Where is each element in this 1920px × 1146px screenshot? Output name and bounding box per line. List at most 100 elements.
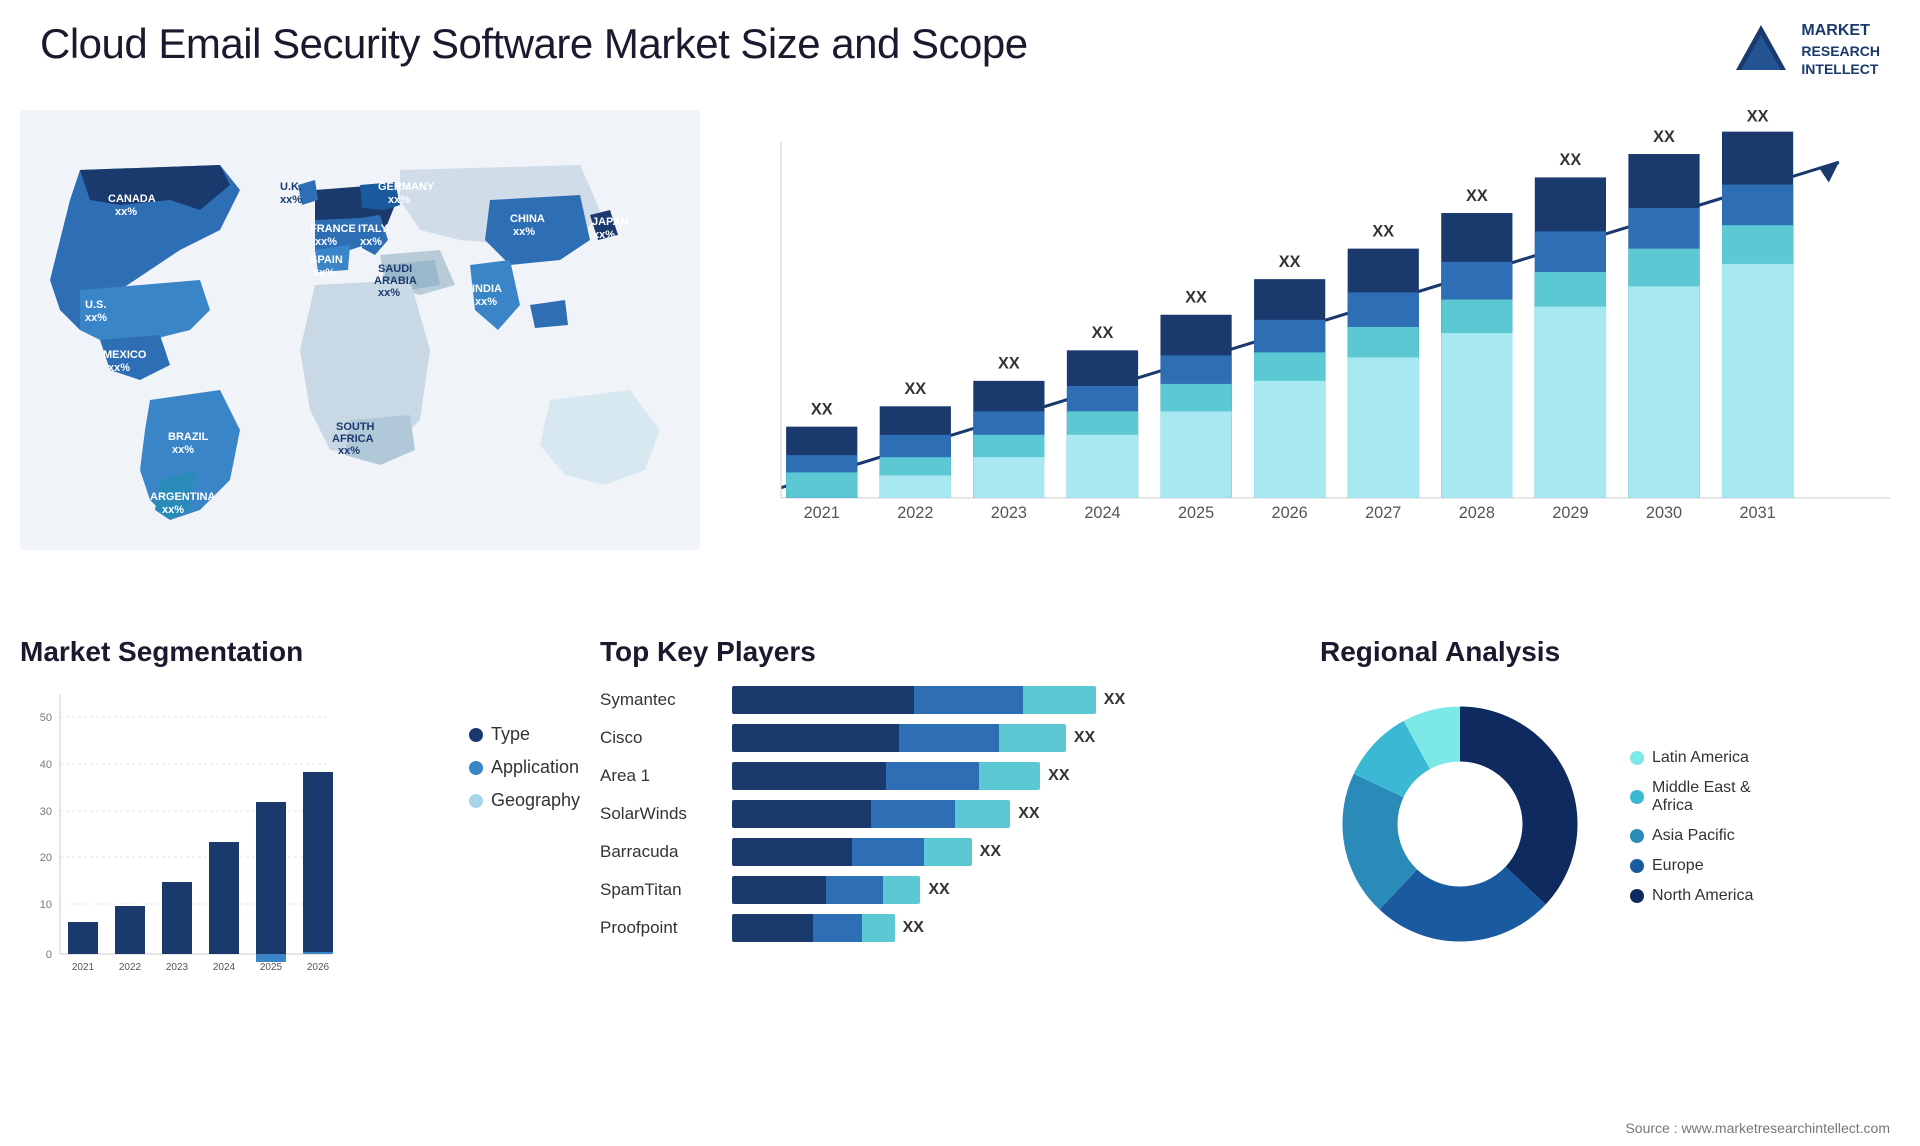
player-name-solarwinds: SolarWinds	[600, 804, 720, 824]
map-label-canada: CANADA	[108, 193, 156, 205]
player-bar-area1: XX	[732, 760, 1160, 792]
legend-europe-dot	[1630, 859, 1644, 873]
player-row-proofpoint: Proofpoint XX	[600, 912, 1160, 944]
legend-latin-label: Latin America	[1652, 749, 1749, 767]
page-header: Cloud Email Security Software Market Siz…	[40, 20, 1880, 80]
map-label-india: INDIA	[472, 283, 502, 295]
world-map-svg: CANADA xx% U.S. xx% MEXICO xx% BRAZIL xx…	[20, 110, 700, 550]
player-xx-cisco: XX	[1074, 729, 1095, 747]
map-label-italy: ITALY	[358, 223, 389, 235]
legend-type-dot	[469, 728, 483, 742]
svg-text:10: 10	[40, 899, 52, 911]
player-bar-cisco: XX	[732, 722, 1160, 754]
svg-text:2030: 2030	[1646, 504, 1682, 522]
player-name-proofpoint: Proofpoint	[600, 918, 720, 938]
map-label-southafrica-val: xx%	[338, 445, 360, 457]
map-label-japan-val: xx%	[593, 229, 615, 241]
svg-text:2024: 2024	[213, 962, 236, 973]
player-row-cisco: Cisco XX	[600, 722, 1160, 754]
player-bar-barracuda: XX	[732, 836, 1160, 868]
svg-text:30: 30	[40, 806, 52, 818]
segmentation-chart-area: 0 10 20 30 40 50 60 2021	[20, 684, 580, 1029]
logo: MARKET RESEARCH INTELLECT	[1731, 20, 1880, 80]
regional-title: Regional Analysis	[1320, 636, 1900, 668]
map-label-italy-val: xx%	[360, 236, 382, 248]
map-label-spain-val: xx%	[313, 267, 335, 279]
segmentation-title: Market Segmentation	[20, 636, 580, 668]
legend-na-label: North America	[1652, 887, 1753, 905]
legend-mea: Middle East &Africa	[1630, 779, 1753, 815]
legend-latin-america: Latin America	[1630, 749, 1753, 767]
svg-text:0: 0	[46, 949, 52, 961]
legend-asia-dot	[1630, 829, 1644, 843]
map-label-us-val: xx%	[85, 312, 107, 324]
svg-text:2031: 2031	[1739, 504, 1775, 522]
player-bar-symantec: XX	[732, 684, 1160, 716]
map-label-china: CHINA	[510, 213, 545, 225]
legend-geography-dot	[469, 794, 483, 808]
player-bar-solarwinds: XX	[732, 798, 1160, 830]
svg-text:XX: XX	[998, 355, 1020, 373]
map-label-saudi-val: xx%	[378, 287, 400, 299]
svg-text:XX: XX	[904, 380, 926, 398]
page-title: Cloud Email Security Software Market Siz…	[40, 20, 1028, 68]
player-row-area1: Area 1 XX	[600, 760, 1160, 792]
players-list: Symantec XX Cisco XX A	[600, 684, 1160, 944]
key-players-section: Top Key Players Symantec XX Cisco	[600, 636, 1160, 1116]
svg-text:2023: 2023	[991, 504, 1027, 522]
svg-text:XX: XX	[1185, 289, 1207, 307]
legend-type: Type	[469, 724, 580, 745]
legend-mea-dot	[1630, 790, 1644, 804]
player-bar-proofpoint: XX	[732, 912, 1160, 944]
svg-text:2021: 2021	[804, 504, 840, 522]
donut-chart	[1320, 684, 1600, 969]
map-label-china-val: xx%	[513, 226, 535, 238]
player-name-cisco: Cisco	[600, 728, 720, 748]
bar-chart-svg: XX 2021 XX 2022 XX 2023 XX 2024 XX 2025	[720, 110, 1900, 550]
map-label-brazil: BRAZIL	[168, 431, 209, 443]
map-label-japan: JAPAN	[592, 216, 629, 228]
legend-mea-label: Middle East &Africa	[1652, 779, 1751, 815]
world-map-section: CANADA xx% U.S. xx% MEXICO xx% BRAZIL xx…	[20, 110, 700, 550]
logo-icon	[1731, 20, 1791, 80]
map-label-germany: GERMANY	[378, 181, 435, 193]
bar-chart-section: XX 2021 XX 2022 XX 2023 XX 2024 XX 2025	[720, 110, 1900, 550]
world-map: CANADA xx% U.S. xx% MEXICO xx% BRAZIL xx…	[20, 110, 700, 550]
player-xx-solarwinds: XX	[1018, 805, 1039, 823]
map-label-saudi2: ARABIA	[374, 275, 417, 287]
regional-section: Regional Analysis	[1320, 636, 1900, 1116]
legend-application-dot	[469, 761, 483, 775]
key-players-title: Top Key Players	[600, 636, 1160, 668]
map-label-mexico-val: xx%	[108, 362, 130, 374]
map-label-argentina-val: xx%	[162, 504, 184, 516]
svg-text:2025: 2025	[1178, 504, 1214, 522]
svg-text:2021: 2021	[72, 962, 95, 973]
map-label-spain: SPAIN	[310, 254, 343, 266]
map-label-southafrica: SOUTH	[336, 421, 375, 433]
map-label-uk: U.K.	[280, 181, 302, 193]
player-bar-spamtitan: XX	[732, 874, 1160, 906]
map-label-germany-val: xx%	[388, 194, 410, 206]
player-name-spamtitan: SpamTitan	[600, 880, 720, 900]
map-label-uk-val: xx%	[280, 194, 302, 206]
map-label-india-val: xx%	[475, 296, 497, 308]
svg-text:20: 20	[40, 852, 52, 864]
player-name-symantec: Symantec	[600, 690, 720, 710]
svg-text:2026: 2026	[1272, 504, 1308, 522]
svg-text:2023: 2023	[166, 962, 189, 973]
map-label-france-val: xx%	[315, 236, 337, 248]
player-xx-barracuda: XX	[980, 843, 1001, 861]
svg-text:XX: XX	[1653, 128, 1675, 146]
legend-type-label: Type	[491, 724, 530, 745]
svg-text:XX: XX	[811, 400, 833, 418]
svg-text:XX: XX	[1560, 151, 1582, 169]
svg-text:XX: XX	[1747, 110, 1769, 125]
player-xx-area1: XX	[1048, 767, 1069, 785]
logo-text: MARKET RESEARCH INTELLECT	[1801, 21, 1880, 78]
legend-application: Application	[469, 757, 580, 778]
player-xx-symantec: XX	[1104, 691, 1125, 709]
player-xx-proofpoint: XX	[903, 919, 924, 937]
svg-text:XX: XX	[1466, 187, 1488, 205]
svg-text:2024: 2024	[1084, 504, 1120, 522]
svg-text:2026: 2026	[307, 962, 330, 973]
